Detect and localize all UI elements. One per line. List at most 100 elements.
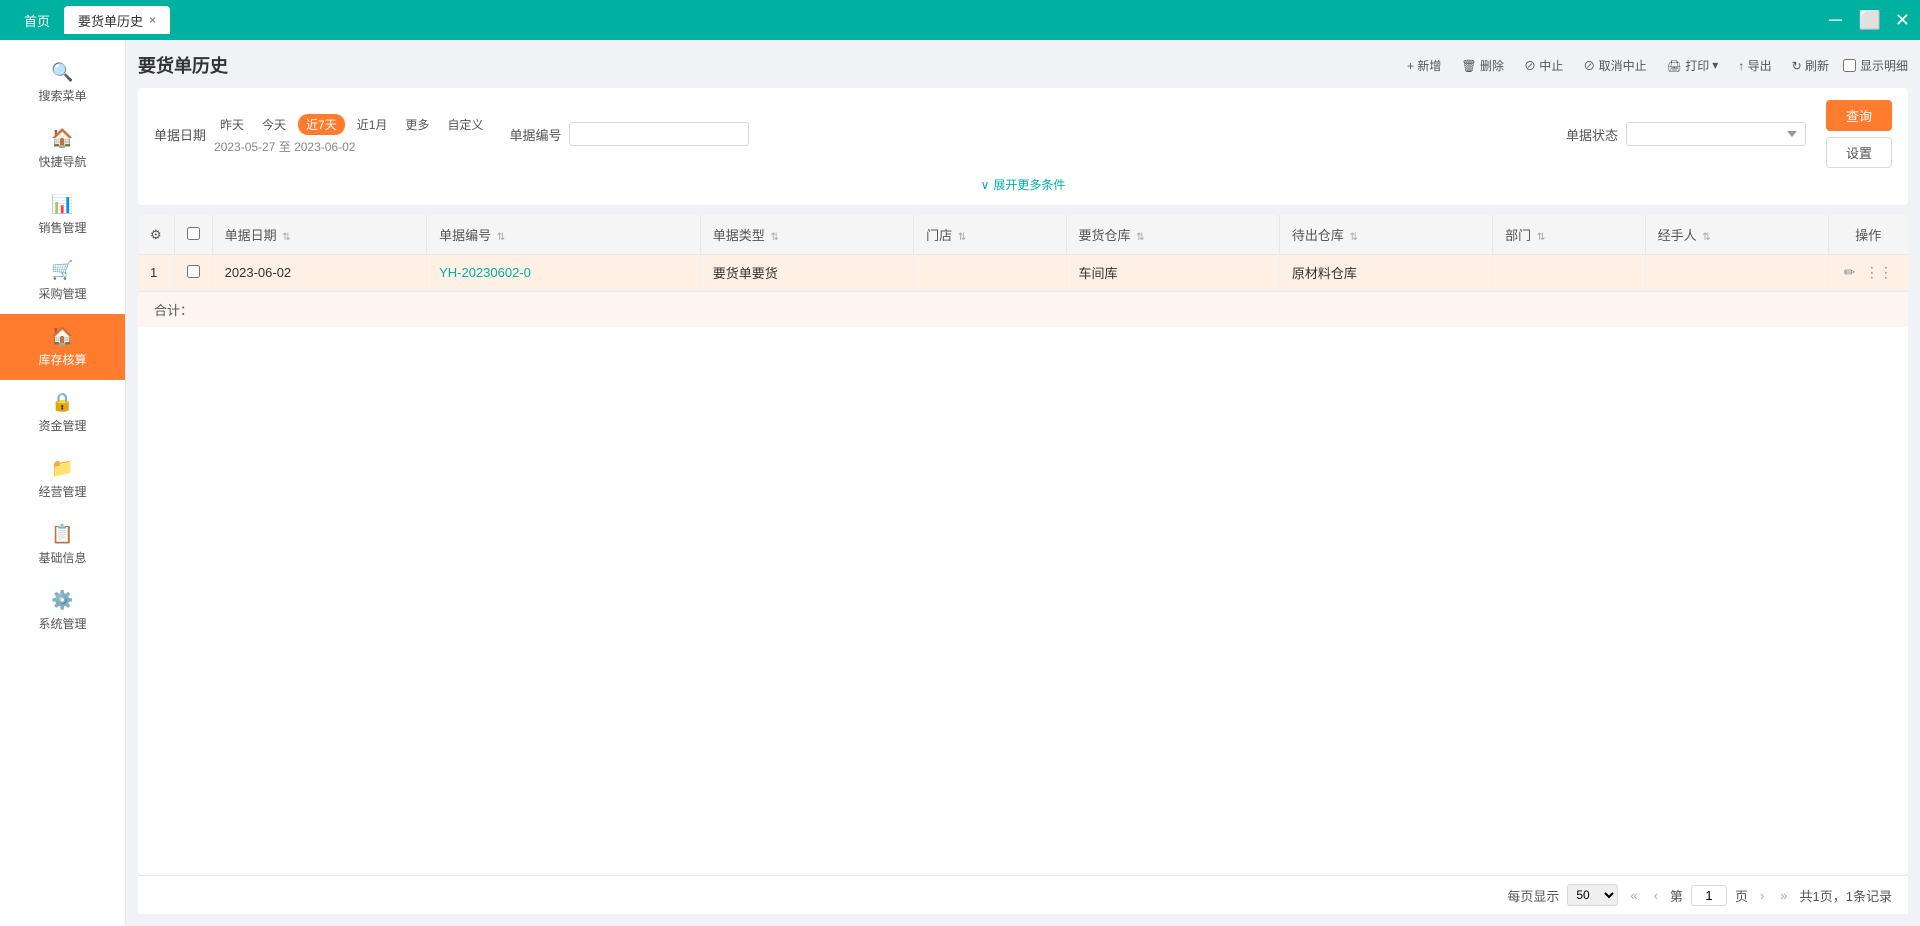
tab-close-icon[interactable]: × [149, 13, 156, 27]
stop-button[interactable]: ⊘ 中止 [1518, 53, 1569, 78]
row-checkbox[interactable] [187, 265, 200, 278]
pagination-bar: 每页显示 50 10 20 100 « ‹ 第 页 › » 共1页，1条记录 [138, 875, 1908, 914]
sidebar-item-sales[interactable]: 📊 销售管理 [0, 182, 125, 248]
expand-more-btn[interactable]: ∨ 展开更多条件 [154, 176, 1892, 193]
page-size-select[interactable]: 50 10 20 100 [1567, 884, 1618, 906]
row-bill-type: 要货单要货 [700, 255, 913, 291]
expand-more-label: 展开更多条件 [993, 176, 1065, 193]
sidebar-item-finance-label: 资金管理 [38, 417, 86, 434]
sidebar-item-finance[interactable]: 🔒 资金管理 [0, 380, 125, 446]
page-last-btn[interactable]: » [1776, 886, 1791, 905]
page-first-btn[interactable]: « [1626, 886, 1641, 905]
col-settings[interactable]: ⚙ [138, 215, 174, 255]
date-opt-today[interactable]: 今天 [256, 114, 292, 135]
sidebar-item-system-label: 系统管理 [38, 615, 86, 632]
sidebar-item-inventory[interactable]: 🏠 库存核算 [0, 314, 125, 380]
page-prev-btn[interactable]: ‹ [1650, 886, 1662, 905]
print-label: 🖨 打印 [1667, 57, 1710, 74]
delete-button[interactable]: 🗑 删除 [1455, 53, 1510, 78]
show-detail-label: 显示明细 [1860, 57, 1908, 74]
table-header-row: ⚙ 单据日期 ⇅ 单据编号 ⇅ 单据类型 [138, 215, 1908, 255]
col-action-label: 操作 [1855, 228, 1881, 243]
date-range-display: 2023-05-27 至 2023-06-02 [214, 138, 489, 155]
query-button[interactable]: 查询 [1826, 100, 1892, 131]
sidebar-item-shortcuts-label: 快捷导航 [38, 153, 86, 170]
sidebar-item-inventory-label: 库存核算 [38, 351, 86, 368]
show-detail-checkbox[interactable]: 显示明细 [1843, 57, 1908, 74]
select-all-checkbox[interactable] [187, 227, 200, 240]
tab-home[interactable]: 首页 [10, 6, 64, 34]
col-handler[interactable]: 经手人 ⇅ [1645, 215, 1828, 255]
sidebar-item-search[interactable]: 🔍 搜索菜单 [0, 50, 125, 116]
status-filter-label: 单据状态 [1566, 125, 1618, 144]
sidebar-item-shortcuts[interactable]: 🏠 快捷导航 [0, 116, 125, 182]
row-more-icon[interactable]: ⋮⋮ [1865, 264, 1893, 280]
window-controls: － ⬜ ✕ [1826, 7, 1910, 33]
date-opt-1month[interactable]: 近1月 [351, 114, 394, 135]
sidebar-item-purchase-label: 采购管理 [38, 285, 86, 302]
status-select[interactable] [1626, 122, 1806, 146]
date-options: 昨天 今天 近7天 近1月 更多 自定义 [214, 114, 489, 135]
sum-footer: 合计： [138, 291, 1908, 327]
page-next-btn[interactable]: › [1756, 886, 1768, 905]
refresh-button[interactable]: ↻ 刷新 [1786, 53, 1835, 78]
page-number-input[interactable] [1691, 885, 1727, 906]
query-buttons: 查询 设置 [1826, 100, 1892, 168]
sidebar-item-operations-label: 经营管理 [38, 483, 86, 500]
row-edit-icon[interactable]: ✏ [1844, 264, 1856, 280]
col-action: 操作 [1828, 215, 1908, 255]
row-bill-no-link[interactable]: YH-20230602-0 [439, 265, 531, 280]
sort-store-icon: ⇅ [958, 232, 966, 243]
print-dropdown-icon: ▾ [1712, 58, 1718, 72]
sidebar-item-operations[interactable]: 📁 经营管理 [0, 446, 125, 512]
sort-out-wh-icon: ⇅ [1349, 232, 1357, 243]
col-store-label: 门店 [926, 228, 952, 243]
date-opt-more[interactable]: 更多 [399, 114, 435, 135]
page-title: 要货单历史 [138, 52, 1401, 78]
sort-billno-icon: ⇅ [497, 232, 505, 243]
data-table: ⚙ 单据日期 ⇅ 单据编号 ⇅ 单据类型 [138, 215, 1908, 291]
home-icon: 🏠 [51, 128, 73, 149]
toolbar: + 新增 🗑 删除 ⊘ 中止 ⊘ 取消中止 🖨 打印 ▾ ↑ 导出 ↻ 刷新 显… [1401, 53, 1908, 78]
col-date[interactable]: 单据日期 ⇅ [212, 215, 426, 255]
sidebar-item-sales-label: 销售管理 [38, 219, 86, 236]
sidebar-item-basic-info-label: 基础信息 [38, 549, 86, 566]
print-button[interactable]: 🖨 打印 ▾ [1661, 53, 1725, 78]
search-icon: 🔍 [51, 62, 73, 83]
col-department[interactable]: 部门 ⇅ [1493, 215, 1645, 255]
tab-bill-history[interactable]: 要货单历史 × [64, 6, 170, 34]
sidebar-item-search-label: 搜索菜单 [38, 87, 86, 104]
operations-icon: 📁 [51, 458, 73, 479]
sales-icon: 📊 [51, 194, 73, 215]
sidebar-item-basic-info[interactable]: 📋 基础信息 [0, 512, 125, 578]
bill-no-input[interactable] [569, 122, 749, 146]
col-date-label: 单据日期 [225, 228, 277, 243]
col-out-warehouse[interactable]: 待出仓库 ⇅ [1279, 215, 1492, 255]
minimize-icon[interactable]: － [1826, 7, 1844, 33]
top-bar: 首页 要货单历史 × － ⬜ ✕ [0, 0, 1920, 40]
col-bill-no[interactable]: 单据编号 ⇅ [427, 215, 701, 255]
page-size-label: 每页显示 [1507, 886, 1559, 905]
sidebar-item-purchase[interactable]: 🛒 采购管理 [0, 248, 125, 314]
col-bill-type[interactable]: 单据类型 ⇅ [700, 215, 913, 255]
billno-filter-label: 单据编号 [509, 125, 561, 144]
show-detail-input[interactable] [1843, 59, 1856, 72]
filter-status-group: 单据状态 [1566, 122, 1806, 146]
maximize-icon[interactable]: ⬜ [1858, 10, 1880, 31]
date-opt-custom[interactable]: 自定义 [441, 114, 489, 135]
new-button[interactable]: + 新增 [1401, 53, 1447, 78]
sum-label: 合计： [154, 303, 193, 318]
row-req-warehouse: 车间库 [1066, 255, 1279, 291]
row-index: 1 [138, 255, 174, 291]
date-opt-7days[interactable]: 近7天 [298, 114, 345, 135]
cancel-stop-button[interactable]: ⊘ 取消中止 [1577, 53, 1652, 78]
setting-button[interactable]: 设置 [1826, 137, 1892, 168]
sidebar-item-system[interactable]: ⚙️ 系统管理 [0, 578, 125, 644]
date-opt-yesterday[interactable]: 昨天 [214, 114, 250, 135]
close-window-icon[interactable]: ✕ [1895, 10, 1910, 31]
export-button[interactable]: ↑ 导出 [1732, 53, 1777, 78]
system-icon: ⚙️ [51, 590, 73, 611]
inventory-icon: 🏠 [51, 326, 73, 347]
col-store[interactable]: 门店 ⇅ [914, 215, 1066, 255]
col-req-warehouse[interactable]: 要货仓库 ⇅ [1066, 215, 1279, 255]
